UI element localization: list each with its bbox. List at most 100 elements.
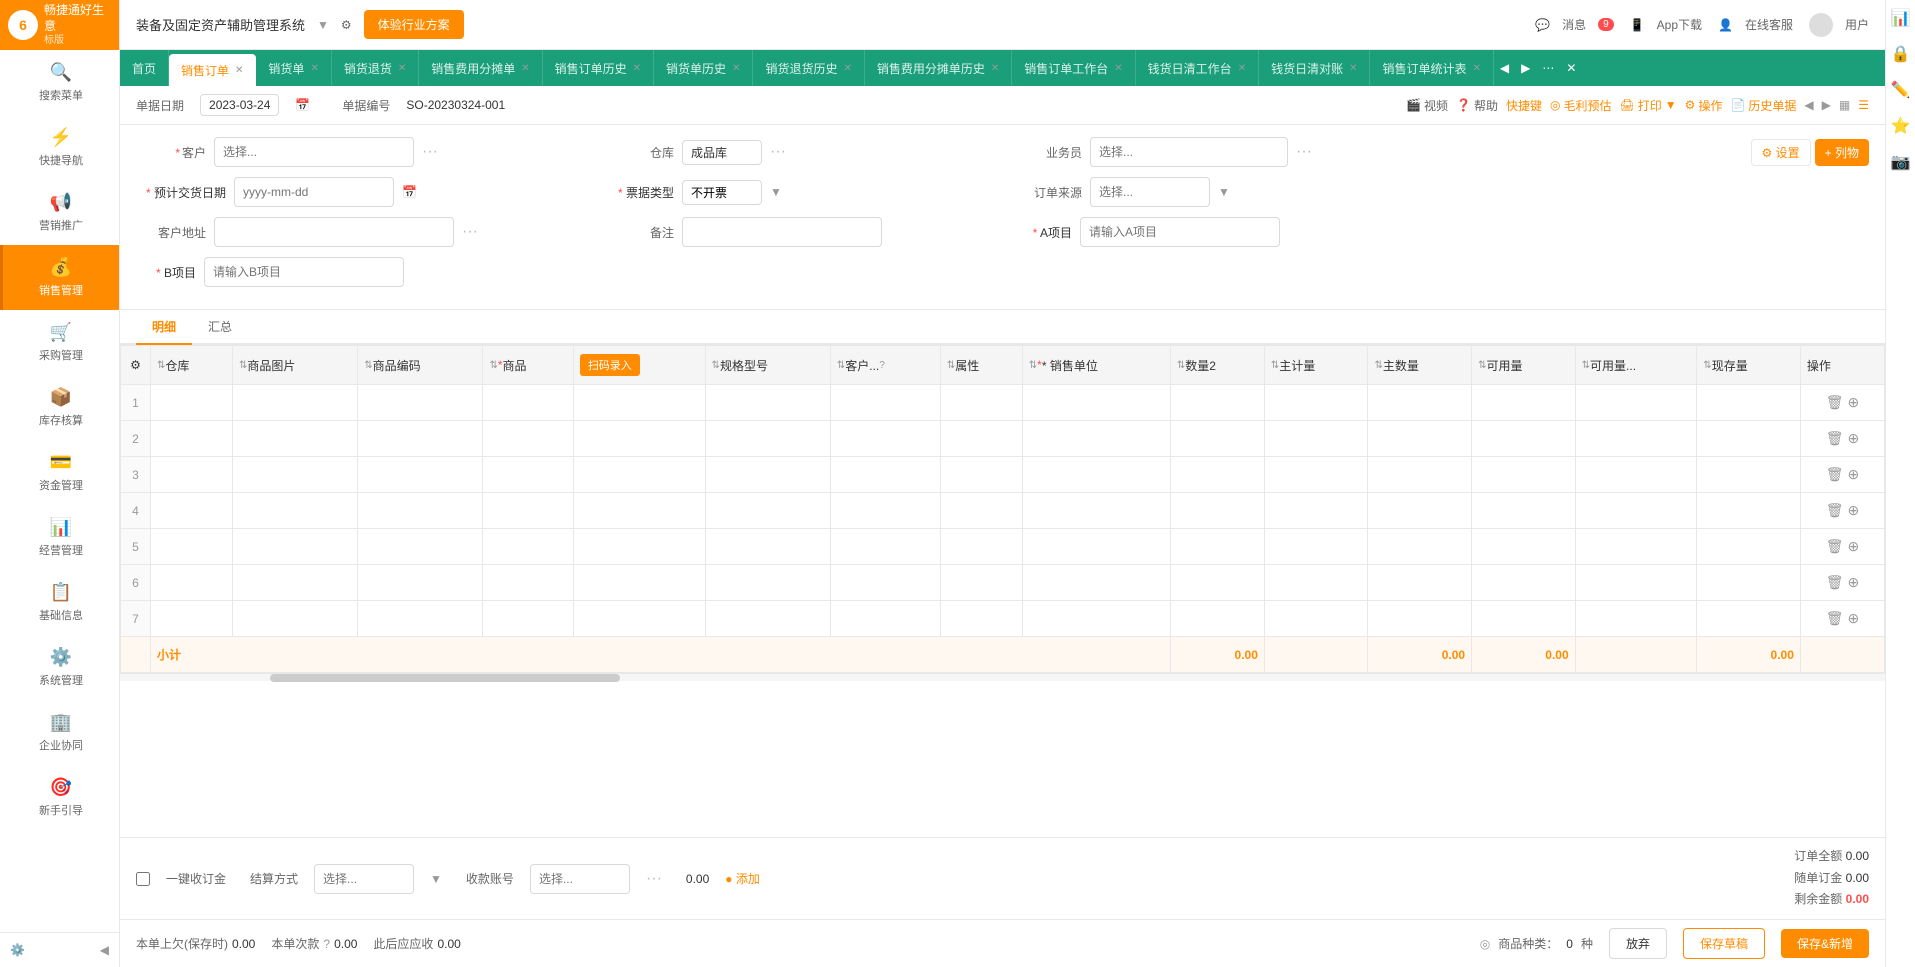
sidebar-item-search[interactable]: 🔍 搜索菜单 — [0, 50, 119, 115]
b-project-input[interactable] — [204, 257, 404, 287]
row-3-available[interactable] — [1472, 457, 1576, 493]
row-2-copy-icon[interactable]: ⊕ — [1847, 430, 1859, 447]
row-1-product-img[interactable] — [232, 385, 357, 421]
row-1-unit[interactable] — [1022, 385, 1170, 421]
ticket-dropdown-icon[interactable]: ▼ — [770, 185, 782, 199]
row-6-main-unit[interactable] — [1264, 565, 1368, 601]
row-4-qty2[interactable] — [1170, 493, 1264, 529]
col-qty2[interactable]: ⇅ 数量2 — [1170, 346, 1264, 385]
tab-close-order-history[interactable]: ✕ — [633, 63, 641, 74]
col-sort-icon13[interactable]: ⇅ — [1582, 360, 1590, 371]
row-6-warehouse[interactable] — [151, 565, 233, 601]
add-amount-btn[interactable]: ● 添加 — [725, 870, 760, 887]
row-5-main-qty[interactable] — [1368, 529, 1472, 565]
row-1-attrs[interactable] — [940, 385, 1022, 421]
col-product[interactable]: ⇅ *商品 — [483, 346, 573, 385]
row-6-available[interactable] — [1472, 565, 1576, 601]
shortcut-btn[interactable]: 快捷键 — [1506, 97, 1542, 114]
addr-dots[interactable]: ··· — [462, 224, 478, 240]
row-6-attrs[interactable] — [940, 565, 1022, 601]
row-5-product[interactable] — [483, 529, 573, 565]
row-2-spec[interactable] — [705, 421, 830, 457]
row-5-qty2[interactable] — [1170, 529, 1264, 565]
row-3-warehouse[interactable] — [151, 457, 233, 493]
row-1-scan[interactable] — [573, 385, 705, 421]
app-download-group[interactable]: 📱 App下载 — [1630, 16, 1702, 33]
row-5-main-unit[interactable] — [1264, 529, 1368, 565]
row-6-spec[interactable] — [705, 565, 830, 601]
row-5-spec[interactable] — [705, 529, 830, 565]
row-4-main-qty[interactable] — [1368, 493, 1472, 529]
row-3-product[interactable] — [483, 457, 573, 493]
row-3-stock[interactable] — [1697, 457, 1801, 493]
row-3-actions[interactable]: 🗑 ⊕ — [1800, 457, 1884, 493]
row-6-available2[interactable] — [1575, 565, 1697, 601]
message-group[interactable]: 💬 消息 9 — [1535, 16, 1614, 33]
row-1-delete-icon[interactable]: 🗑 — [1826, 394, 1844, 411]
right-panel-icon-2[interactable]: 🔒 — [1891, 44, 1911, 64]
tab-next[interactable]: ▶ — [1515, 61, 1536, 75]
col-settings[interactable]: ⚙ — [121, 346, 151, 385]
sidebar-item-operation[interactable]: 📊 经营管理 — [0, 505, 119, 570]
row-3-spec[interactable] — [705, 457, 830, 493]
scroll-bar-area[interactable] — [120, 673, 1885, 681]
row-1-main-unit[interactable] — [1264, 385, 1368, 421]
col-sort-icon5[interactable]: ⇅ — [712, 360, 720, 371]
row-5-available[interactable] — [1472, 529, 1576, 565]
row-4-stock[interactable] — [1697, 493, 1801, 529]
row-6-main-qty[interactable] — [1368, 565, 1472, 601]
order-source-dropdown[interactable]: ▼ — [1218, 185, 1230, 199]
industry-btn[interactable]: 体验行业方案 — [364, 10, 464, 39]
row-1-spec[interactable] — [705, 385, 830, 421]
row-7-actions[interactable]: 🗑 ⊕ — [1800, 601, 1884, 637]
row-4-attrs[interactable] — [940, 493, 1022, 529]
col-sort-icon7[interactable]: ⇅ — [947, 360, 955, 371]
row-1-stock[interactable] — [1697, 385, 1801, 421]
salesperson-dots[interactable]: ··· — [1296, 144, 1312, 160]
row-7-main-unit[interactable] — [1264, 601, 1368, 637]
row-6-copy-icon[interactable]: ⊕ — [1847, 574, 1859, 591]
date-value[interactable]: 2023-03-24 — [200, 94, 279, 116]
save-new-btn[interactable]: 保存&新增 — [1781, 929, 1869, 958]
scroll-thumb[interactable] — [270, 674, 620, 682]
profit-btn[interactable]: ◎ 毛利预估 — [1550, 97, 1612, 114]
col-sort-icon10[interactable]: ⇅ — [1271, 360, 1279, 371]
col-sort-icon2[interactable]: ⇅ — [239, 360, 247, 371]
settings-col-btn[interactable]: ⚙ 设置 — [1751, 139, 1811, 166]
row-3-delete-icon[interactable]: 🗑 — [1826, 466, 1844, 483]
tab-close-cash-daily[interactable]: ✕ — [1238, 63, 1246, 74]
row-1-available[interactable] — [1472, 385, 1576, 421]
row-3-unit[interactable] — [1022, 457, 1170, 493]
row-4-spec[interactable] — [705, 493, 830, 529]
warehouse-value[interactable]: 成品库 — [682, 140, 762, 165]
tab-sales-return[interactable]: 销货退货 ✕ — [332, 50, 419, 86]
customer-input[interactable] — [214, 137, 414, 167]
row-1-available2[interactable] — [1575, 385, 1697, 421]
row-7-customer-code[interactable] — [830, 601, 940, 637]
remarks-input[interactable] — [682, 217, 882, 247]
tab-close-return-history[interactable]: ✕ — [843, 63, 851, 74]
col-sort-icon3[interactable]: ⇅ — [364, 360, 372, 371]
detail-tab-detail[interactable]: 明细 — [136, 310, 192, 345]
row-7-available[interactable] — [1472, 601, 1576, 637]
right-panel-icon-1[interactable]: 📊 — [1891, 8, 1911, 28]
row-4-customer-code[interactable] — [830, 493, 940, 529]
col-sort-icon9[interactable]: ⇅ — [1177, 360, 1185, 371]
order-source-input[interactable] — [1090, 177, 1210, 207]
grid-view-icon[interactable]: ▦ — [1839, 98, 1850, 112]
col-sort-icon[interactable]: ⇅ — [157, 360, 165, 371]
row-3-product-code[interactable] — [358, 457, 483, 493]
col-available2[interactable]: ⇅ 可用量... — [1575, 346, 1697, 385]
row-4-warehouse[interactable] — [151, 493, 233, 529]
ticket-value[interactable]: 不开票 — [682, 180, 762, 205]
account-input[interactable] — [530, 864, 630, 894]
row-7-attrs[interactable] — [940, 601, 1022, 637]
payment-dropdown-icon[interactable]: ▼ — [430, 872, 442, 886]
row-7-spec[interactable] — [705, 601, 830, 637]
tab-close-all[interactable]: ✕ — [1560, 61, 1582, 75]
row-4-delete-icon[interactable]: 🗑 — [1826, 502, 1844, 519]
col-sort-icon4[interactable]: ⇅ — [489, 360, 497, 371]
row-7-product-code[interactable] — [358, 601, 483, 637]
row-4-product[interactable] — [483, 493, 573, 529]
row-7-main-qty[interactable] — [1368, 601, 1472, 637]
